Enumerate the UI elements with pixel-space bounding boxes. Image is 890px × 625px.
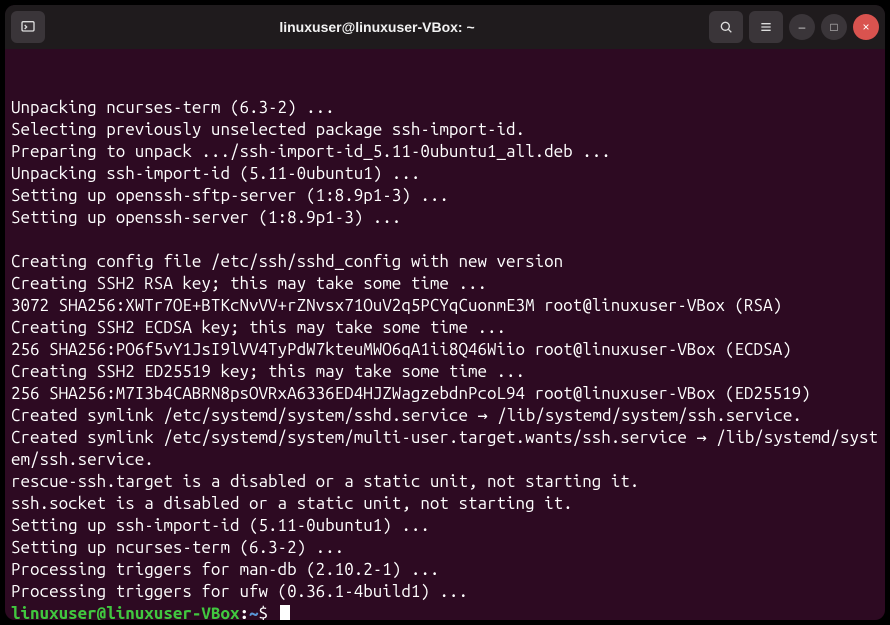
prompt-symbol: $ <box>259 604 269 620</box>
maximize-button[interactable]: □ <box>821 14 847 40</box>
close-button[interactable]: × <box>853 14 879 40</box>
maximize-icon: □ <box>830 20 837 34</box>
new-tab-button[interactable] <box>11 11 45 43</box>
terminal-window: linuxuser@linuxuser-VBox: ~ – □ × Unpack… <box>5 5 885 620</box>
close-icon: × <box>862 20 869 34</box>
menu-button[interactable] <box>749 11 783 43</box>
terminal-output: Unpacking ncurses-term (6.3-2) ... Selec… <box>11 97 879 603</box>
cursor <box>280 605 290 620</box>
titlebar: linuxuser@linuxuser-VBox: ~ – □ × <box>5 5 885 49</box>
minimize-icon: – <box>799 20 806 34</box>
prompt-user-host: linuxuser@linuxuser-VBox <box>11 604 239 620</box>
search-button[interactable] <box>709 11 743 43</box>
window-title: linuxuser@linuxuser-VBox: ~ <box>51 19 703 35</box>
terminal-body[interactable]: Unpacking ncurses-term (6.3-2) ... Selec… <box>5 49 885 620</box>
prompt-colon: : <box>239 604 249 620</box>
prompt-path: ~ <box>249 604 259 620</box>
minimize-button[interactable]: – <box>789 14 815 40</box>
